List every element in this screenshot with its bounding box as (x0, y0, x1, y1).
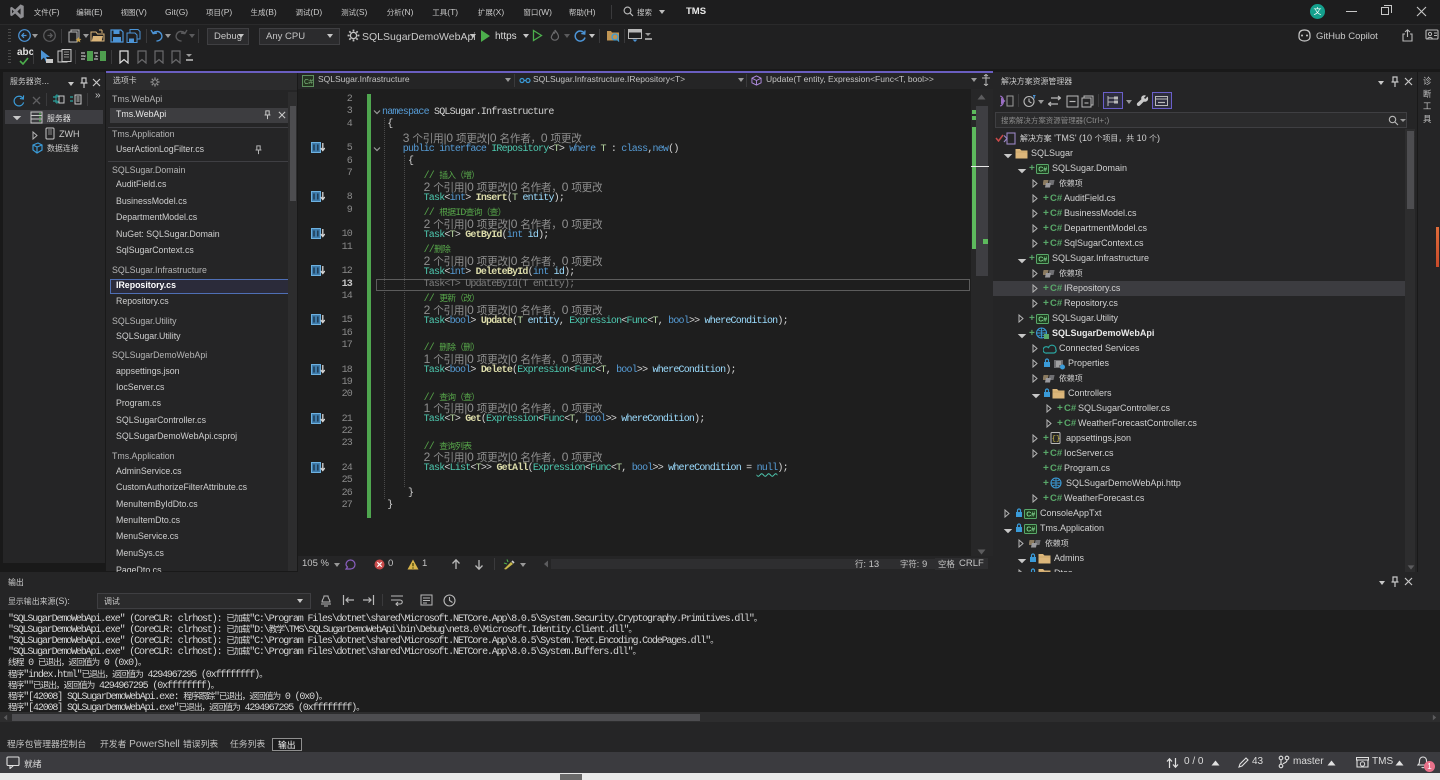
svg-text:C#: C# (1026, 526, 1035, 533)
svg-text:{}: {} (1052, 436, 1060, 444)
svg-text:C#: C# (1026, 511, 1035, 518)
svg-text:C#: C# (1038, 316, 1047, 323)
svg-text:C#: C# (1038, 166, 1047, 173)
svg-text:C#: C# (1038, 256, 1047, 263)
svg-text:C#: C# (304, 79, 313, 86)
